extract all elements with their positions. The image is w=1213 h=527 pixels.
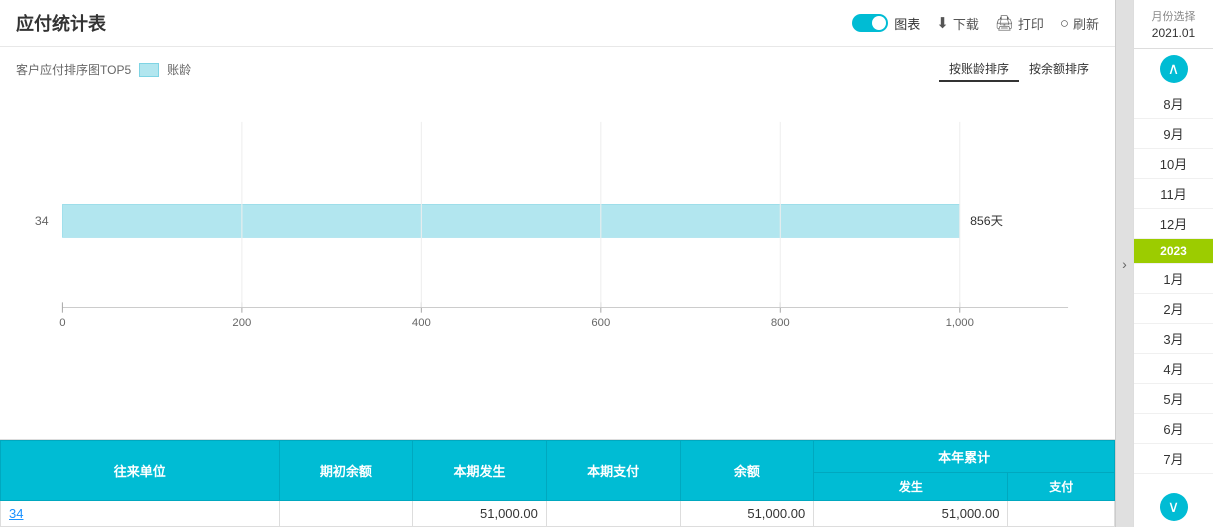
svg-text:800: 800 [771, 317, 790, 329]
sidebar: 月份选择 ∧ 8月9月10月11月12月20231月2月3月4月5月6月7月 ∨ [1133, 0, 1213, 527]
year-input[interactable] [1138, 26, 1209, 40]
month-down-btn[interactable]: ∨ [1160, 493, 1188, 521]
refresh-icon: ○ [1060, 15, 1069, 32]
chart-toggle-wrap: 图表 [852, 14, 920, 33]
print-button[interactable]: 🖨 打印 [995, 14, 1044, 33]
svg-text:1,000: 1,000 [946, 317, 974, 329]
chart-sort-buttons: 按账龄排序 按余额排序 [939, 57, 1099, 82]
current-occur-cell: 51,000.00 [413, 501, 547, 527]
legend-label: 客户应付排序图TOP5 [16, 61, 131, 78]
month-item[interactable]: 3月 [1134, 324, 1213, 354]
col-current-pay: 本期支付 [546, 441, 680, 501]
svg-text:200: 200 [232, 317, 251, 329]
refresh-button[interactable]: ○ 刷新 [1060, 14, 1099, 33]
month-item[interactable]: 4月 [1134, 354, 1213, 384]
ytd-pay-cell [1008, 501, 1115, 527]
month-item[interactable]: 11月 [1134, 179, 1213, 209]
month-item[interactable]: 7月 [1134, 444, 1213, 474]
legend-box [139, 63, 159, 77]
month-item[interactable]: 5月 [1134, 384, 1213, 414]
month-item[interactable]: 2月 [1134, 294, 1213, 324]
month-item[interactable]: 2023 [1134, 239, 1213, 264]
sidebar-header: 月份选择 [1134, 0, 1213, 49]
print-icon: 🖨 [995, 14, 1014, 32]
col-opening: 期初余额 [279, 441, 413, 501]
page-title: 应付统计表 [16, 10, 106, 36]
opening-cell [279, 501, 413, 527]
sort-by-amount-btn[interactable]: 按账龄排序 [939, 57, 1019, 82]
chart-area: 34 856天 0 200 400 600 [16, 90, 1099, 360]
month-item[interactable]: 10月 [1134, 149, 1213, 179]
table-header-row: 往来单位 期初余额 本期发生 本期支付 余额 本年累计 [1, 441, 1115, 473]
sort-by-balance-btn[interactable]: 按余额排序 [1019, 57, 1099, 82]
header: 应付统计表 图表 ⬇ 下载 🖨 打印 ○ 刷新 [0, 0, 1115, 47]
month-item[interactable]: 8月 [1134, 89, 1213, 119]
col-ytd: 本年累计 [814, 441, 1115, 473]
col-ytd-occur: 发生 [814, 473, 1008, 501]
table-row: 34 51,000.00 51,000.00 51,000.00 [1, 501, 1115, 527]
current-pay-cell [546, 501, 680, 527]
data-table: 往来单位 期初余额 本期发生 本期支付 余额 本年累计 发生 支付 34 51,… [0, 440, 1115, 527]
chart-legend: 客户应付排序图TOP5 账龄 [16, 61, 191, 78]
col-ytd-pay: 支付 [1008, 473, 1115, 501]
chart-section: 客户应付排序图TOP5 账龄 按账龄排序 按余额排序 34 856天 [0, 47, 1115, 439]
month-item[interactable]: 9月 [1134, 119, 1213, 149]
svg-text:34: 34 [35, 214, 49, 228]
chart-svg: 34 856天 0 200 400 600 [16, 90, 1099, 360]
toggle-label: 图表 [894, 14, 920, 33]
svg-text:0: 0 [59, 317, 65, 329]
ytd-occur-cell: 51,000.00 [814, 501, 1008, 527]
table-section: 往来单位 期初余额 本期发生 本期支付 余额 本年累计 发生 支付 34 51,… [0, 439, 1115, 527]
chart-toggle[interactable] [852, 14, 888, 32]
year-label: 月份选择 [1138, 8, 1209, 24]
col-current-occur: 本期发生 [413, 441, 547, 501]
col-vendor: 往来单位 [1, 441, 280, 501]
header-actions: 图表 ⬇ 下载 🖨 打印 ○ 刷新 [852, 14, 1099, 33]
month-up-btn[interactable]: ∧ [1160, 55, 1188, 83]
vendor-cell[interactable]: 34 [1, 501, 280, 527]
balance-cell: 51,000.00 [680, 501, 814, 527]
download-button[interactable]: ⬇ 下载 [936, 14, 979, 33]
svg-text:856天: 856天 [970, 214, 1003, 228]
month-list: 8月9月10月11月12月20231月2月3月4月5月6月7月 [1134, 89, 1213, 487]
month-item[interactable]: 12月 [1134, 209, 1213, 239]
download-icon: ⬇ [936, 14, 949, 32]
legend-box-label: 账龄 [167, 61, 191, 78]
col-balance: 余额 [680, 441, 814, 501]
svg-text:400: 400 [412, 317, 431, 329]
expand-arrow-icon: › [1122, 256, 1127, 272]
chart-toolbar: 客户应付排序图TOP5 账龄 按账龄排序 按余额排序 [16, 57, 1099, 82]
month-item[interactable]: 1月 [1134, 264, 1213, 294]
sidebar-expand-btn[interactable]: › [1115, 0, 1133, 527]
month-item[interactable]: 6月 [1134, 414, 1213, 444]
svg-text:600: 600 [591, 317, 610, 329]
table-body: 34 51,000.00 51,000.00 51,000.00 [1, 501, 1115, 527]
